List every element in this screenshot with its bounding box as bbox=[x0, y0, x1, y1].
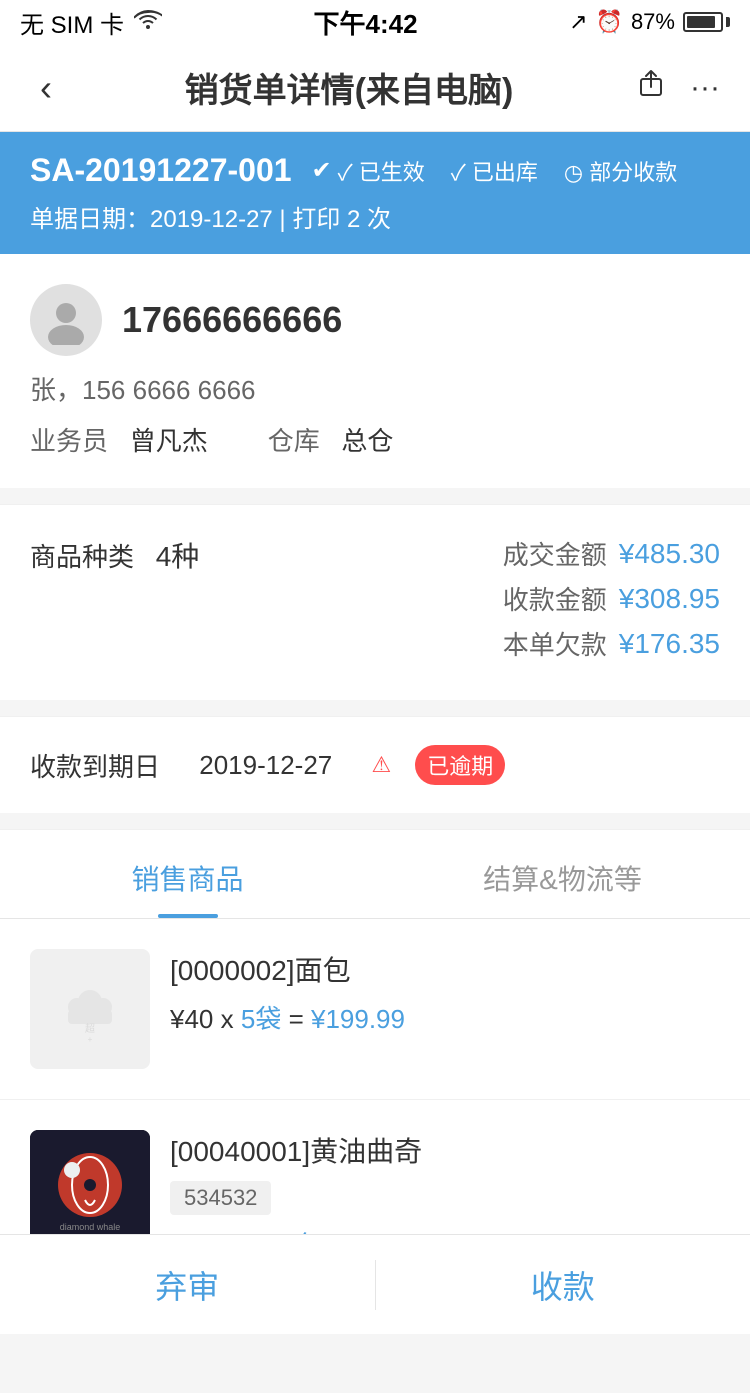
alarm-icon: ⏰ bbox=[596, 9, 623, 35]
status-right: ↗ ⏰ 87% bbox=[569, 9, 730, 35]
location-icon: ↗ bbox=[569, 9, 587, 35]
overdue-status-badge: 已逾期 bbox=[415, 745, 505, 785]
share-button[interactable] bbox=[636, 69, 666, 107]
svg-text:超: 超 bbox=[85, 1022, 95, 1035]
customer-phone: 17666666666 bbox=[122, 299, 342, 341]
customer-card: 17666666666 张，156 6666 6666 业务员 曾凡杰 仓库 总… bbox=[0, 254, 750, 488]
summary-right: 成交金额 ¥485.30 收款金额 ¥308.95 本单欠款 ¥176.35 bbox=[503, 535, 720, 670]
more-button[interactable]: ··· bbox=[690, 71, 720, 105]
svg-text:+: + bbox=[88, 1035, 93, 1044]
list-item: 超 + [0000002]面包 ¥40 x 5袋 = ¥199.99 bbox=[0, 919, 750, 1100]
product-tag-2: 534532 bbox=[170, 1181, 271, 1215]
customer-name: 张，156 6666 6666 bbox=[30, 370, 720, 407]
status-badge-effective: ✔ ✓ 已生效 bbox=[312, 155, 425, 187]
summary-left: 商品种类 4种 bbox=[30, 535, 199, 583]
deal-amount-row: 成交金额 ¥485.30 bbox=[503, 535, 720, 572]
battery-percent: 87% bbox=[631, 9, 675, 35]
status-badge-partial: ◷ 部分收款 bbox=[558, 155, 677, 187]
status-time: 下午4:42 bbox=[314, 4, 418, 41]
overdue-label: 收款到期日 bbox=[30, 747, 160, 784]
check-icon-effective: ✔ bbox=[312, 156, 332, 185]
header-row1: SA-20191227-001 ✔ ✓ 已生效 ✓ 已出库 ◷ 部分收款 bbox=[30, 152, 720, 189]
debt-amount-row: 本单欠款 ¥176.35 bbox=[503, 625, 720, 662]
product-name-2: [00040001]黄油曲奇 bbox=[170, 1130, 720, 1170]
carrier-text: 无 SIM 卡 bbox=[20, 5, 124, 40]
cancel-review-button[interactable]: 弃审 bbox=[0, 1242, 375, 1328]
product-thumbnail-1: 超 + bbox=[30, 949, 150, 1069]
avatar bbox=[30, 284, 102, 356]
overdue-date: 2019-12-27 bbox=[199, 750, 332, 781]
nav-actions: ··· bbox=[636, 69, 720, 107]
summary-row: 商品种类 4种 成交金额 ¥485.30 收款金额 ¥308.95 本单欠款 ¥… bbox=[30, 535, 720, 670]
overdue-card: 收款到期日 2019-12-27 ⚠ 已逾期 bbox=[0, 717, 750, 813]
sales-info: 业务员 曾凡杰 bbox=[30, 421, 208, 458]
product-thumbnail-2: diamond whale bbox=[30, 1130, 150, 1250]
tab-settlement[interactable]: 结算&物流等 bbox=[375, 830, 750, 918]
page-title: 销货单详情(来自电脑) bbox=[62, 63, 636, 112]
product-name-1: [0000002]面包 bbox=[170, 949, 720, 989]
svg-text:diamond whale: diamond whale bbox=[60, 1222, 121, 1232]
back-button[interactable]: ‹ bbox=[30, 57, 62, 119]
product-info-1: [0000002]面包 ¥40 x 5袋 = ¥199.99 bbox=[170, 949, 720, 1036]
customer-top: 17666666666 bbox=[30, 284, 720, 356]
order-header-banner: SA-20191227-001 ✔ ✓ 已生效 ✓ 已出库 ◷ 部分收款 单据日… bbox=[0, 132, 750, 254]
order-id: SA-20191227-001 bbox=[30, 152, 292, 189]
status-left: 无 SIM 卡 bbox=[20, 5, 162, 40]
product-price-1: ¥40 x 5袋 = ¥199.99 bbox=[170, 999, 720, 1036]
summary-card: 商品种类 4种 成交金额 ¥485.30 收款金额 ¥308.95 本单欠款 ¥… bbox=[0, 505, 750, 700]
header-date: 单据日期：2019-12-27 | 打印 2 次 bbox=[30, 199, 720, 234]
product-type-label: 商品种类 4种 bbox=[30, 535, 199, 575]
receipt-amount-row: 收款金额 ¥308.95 bbox=[503, 580, 720, 617]
status-bar: 无 SIM 卡 下午4:42 ↗ ⏰ 87% bbox=[0, 0, 750, 44]
status-badge-shipped: ✓ 已出库 bbox=[445, 155, 538, 187]
wifi-icon bbox=[134, 8, 162, 36]
warehouse-info: 仓库 总仓 bbox=[268, 421, 394, 458]
collect-payment-button[interactable]: 收款 bbox=[376, 1242, 750, 1328]
tab-sales-products[interactable]: 销售商品 bbox=[0, 830, 375, 918]
battery-icon bbox=[683, 12, 730, 32]
nav-bar: ‹ 销货单详情(来自电脑) ··· bbox=[0, 44, 750, 132]
tabs-container: 销售商品 结算&物流等 bbox=[0, 830, 750, 919]
bottom-bar: 弃审 收款 bbox=[0, 1234, 750, 1334]
customer-meta: 业务员 曾凡杰 仓库 总仓 bbox=[30, 421, 720, 458]
